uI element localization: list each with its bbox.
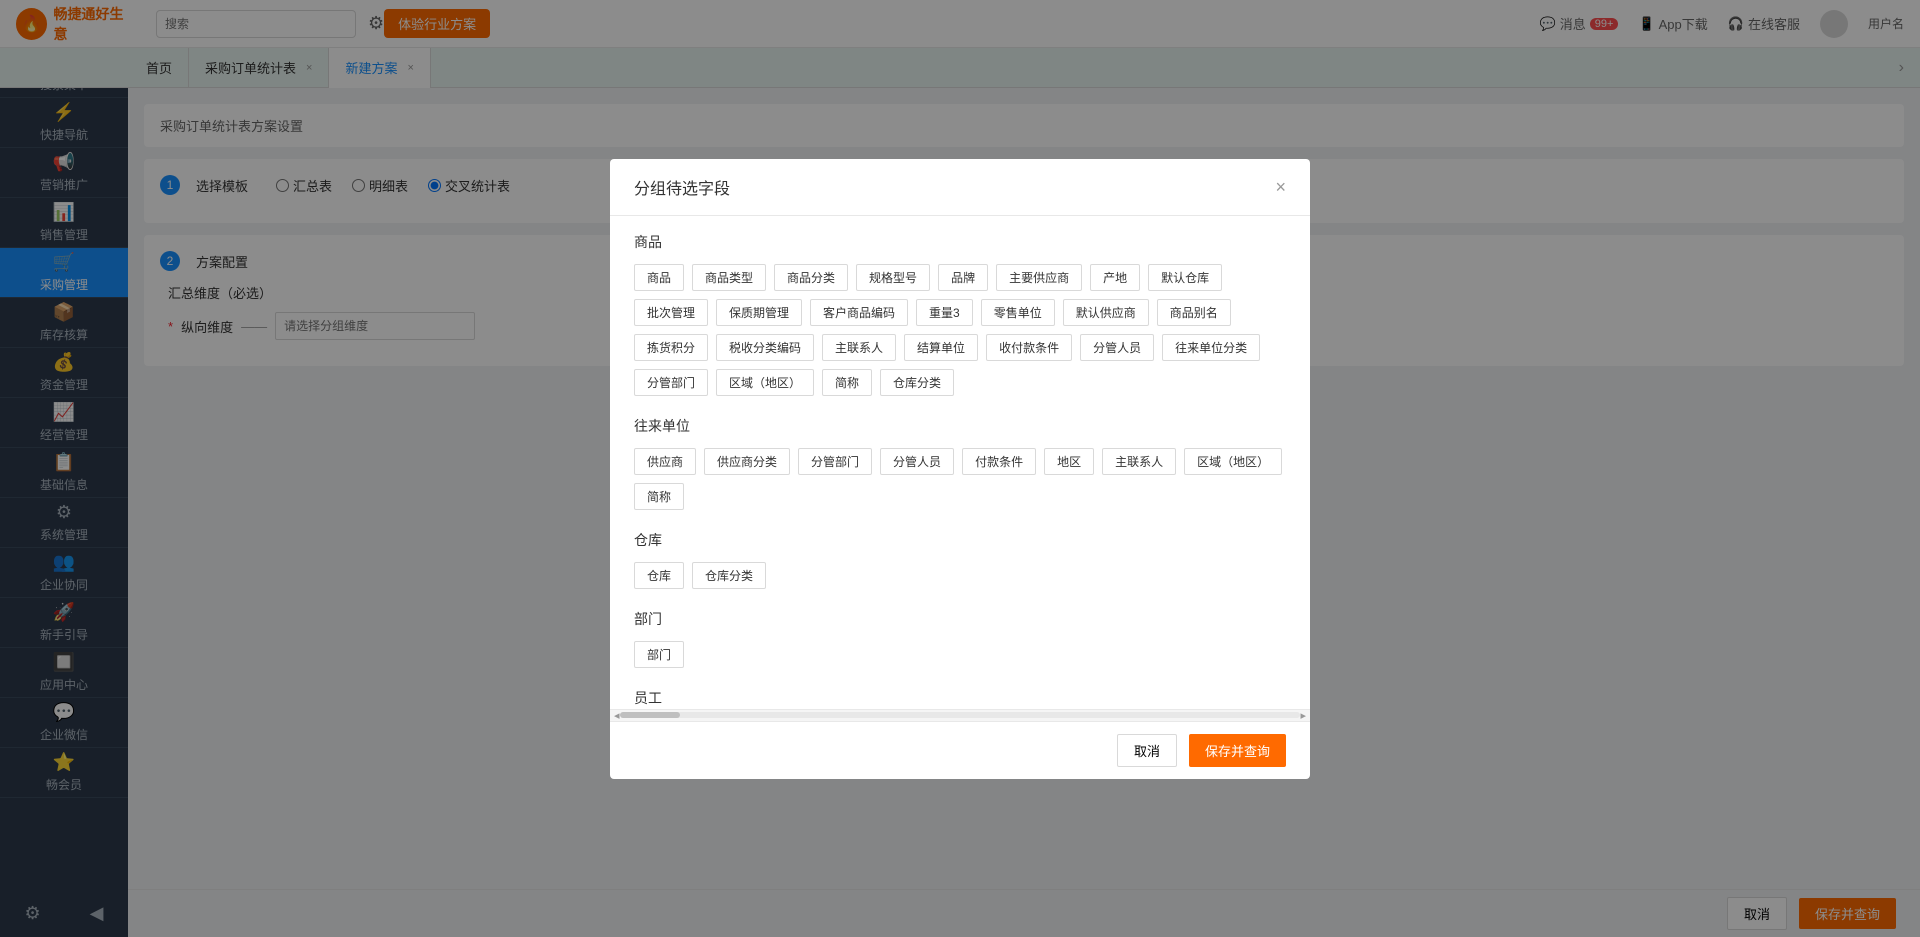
section-title-partner: 往来单位 [634,416,1286,436]
field-warehouse-category[interactable]: 仓库分类 [692,562,766,589]
field-region-goods[interactable]: 区域（地区） [716,369,814,396]
modal-dialog: 分组待选字段 × 商品 商品 商品类型 商品分类 规格型号 品牌 主要供应商 产… [610,159,1310,779]
field-manager-partner[interactable]: 分管人员 [880,448,954,475]
section-title-dept: 部门 [634,609,1286,629]
field-dept-partner[interactable]: 分管部门 [798,448,872,475]
field-spec-model[interactable]: 规格型号 [856,264,930,291]
field-brand[interactable]: 品牌 [938,264,988,291]
modal-cancel-btn[interactable]: 取消 [1117,734,1177,767]
field-dept[interactable]: 部门 [634,641,684,668]
modal-save-btn[interactable]: 保存并查询 [1189,734,1286,767]
field-supplier-category[interactable]: 供应商分类 [704,448,790,475]
hscroll-track [620,712,1301,718]
field-short-name-partner[interactable]: 简称 [634,483,684,510]
field-region-partner[interactable]: 地区 [1044,448,1094,475]
modal-close-btn[interactable]: × [1275,178,1286,196]
field-payment-terms[interactable]: 收付款条件 [986,334,1072,361]
field-group-partner: 供应商 供应商分类 分管部门 分管人员 付款条件 地区 主联系人 区域（地区） … [634,448,1286,510]
modal-footer: 取消 保存并查询 [610,721,1310,779]
field-payment-cond[interactable]: 付款条件 [962,448,1036,475]
field-main-contact-partner[interactable]: 主联系人 [1102,448,1176,475]
section-title-goods: 商品 [634,232,1286,252]
section-title-warehouse: 仓库 [634,530,1286,550]
field-customer-code[interactable]: 客户商品编码 [810,299,908,326]
field-dept-managed[interactable]: 分管部门 [634,369,708,396]
field-group-dept: 部门 [634,641,1286,668]
field-main-contact[interactable]: 主联系人 [822,334,896,361]
field-main-supplier[interactable]: 主要供应商 [996,264,1082,291]
field-shelf-life[interactable]: 保质期管理 [716,299,802,326]
field-goods-type[interactable]: 商品类型 [692,264,766,291]
field-region2-partner[interactable]: 区域（地区） [1184,448,1282,475]
field-partner-category[interactable]: 往来单位分类 [1162,334,1260,361]
field-short-name-goods[interactable]: 简称 [822,369,872,396]
field-group-goods: 商品 商品类型 商品分类 规格型号 品牌 主要供应商 产地 默认仓库 批次管理 … [634,264,1286,396]
field-goods[interactable]: 商品 [634,264,684,291]
field-pick-score[interactable]: 拣货积分 [634,334,708,361]
field-goods-alias[interactable]: 商品别名 [1157,299,1231,326]
field-weight[interactable]: 重量3 [916,299,973,326]
section-title-staff: 员工 [634,688,1286,708]
modal-hscroll[interactable]: ◂ ▸ [610,709,1310,721]
field-warehouse-category-goods[interactable]: 仓库分类 [880,369,954,396]
field-default-supplier[interactable]: 默认供应商 [1063,299,1149,326]
field-group-warehouse: 仓库 仓库分类 [634,562,1286,589]
field-batch-mgmt[interactable]: 批次管理 [634,299,708,326]
modal-title: 分组待选字段 [634,175,730,199]
field-retail-unit[interactable]: 零售单位 [981,299,1055,326]
field-manager[interactable]: 分管人员 [1080,334,1154,361]
field-goods-category[interactable]: 商品分类 [774,264,848,291]
hscroll-thumb[interactable] [620,712,680,718]
modal-overlay: 分组待选字段 × 商品 商品 商品类型 商品分类 规格型号 品牌 主要供应商 产… [0,0,1920,937]
modal-header: 分组待选字段 × [610,159,1310,216]
modal-body: 商品 商品 商品类型 商品分类 规格型号 品牌 主要供应商 产地 默认仓库 批次… [610,216,1310,709]
field-tax-code[interactable]: 税收分类编码 [716,334,814,361]
field-supplier[interactable]: 供应商 [634,448,696,475]
field-default-warehouse[interactable]: 默认仓库 [1148,264,1222,291]
field-origin[interactable]: 产地 [1090,264,1140,291]
field-settlement-unit[interactable]: 结算单位 [904,334,978,361]
field-warehouse[interactable]: 仓库 [634,562,684,589]
